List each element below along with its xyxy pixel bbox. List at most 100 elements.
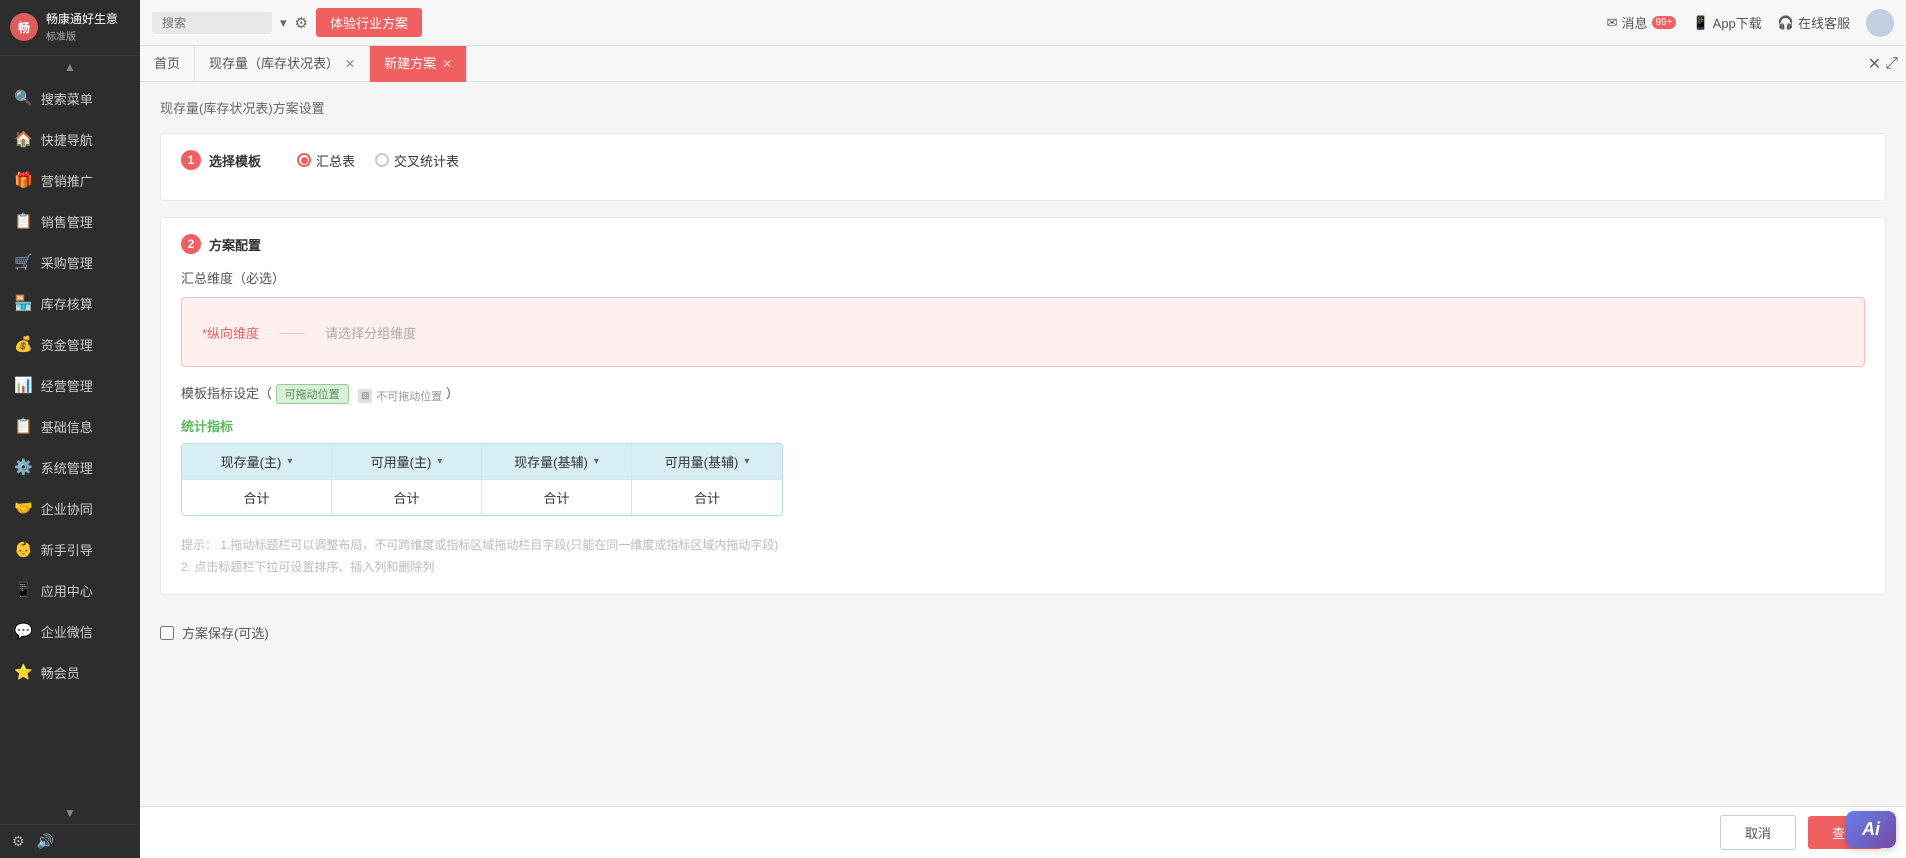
sidebar-nav: 🔍 搜索菜单 🏠 快捷导航 🎁 营销推广 📋 销售管理 🛒 采购管理 🏪 库存核… (0, 78, 140, 802)
dimension-area[interactable]: *纵向维度 —— 请选择分组维度 (181, 297, 1865, 367)
sidebar-item-vip-member[interactable]: ⭐ 畅会员 (0, 652, 140, 693)
app-download-label: App下载 (1713, 13, 1762, 32)
sidebar-item-system[interactable]: ⚙️ 系统管理 (0, 447, 140, 488)
section2-title: 方案配置 (209, 235, 261, 254)
sidebar-footer: ⚙ 🔊 (0, 824, 140, 858)
new-guide-icon: 👶 (14, 540, 33, 558)
stats-data-label-2: 合计 (543, 488, 569, 507)
stats-header-col-2[interactable]: 现存量(基辅) ▾ (482, 444, 632, 479)
app-center-icon: 📱 (14, 581, 33, 599)
search-input[interactable] (152, 12, 272, 34)
tab-home[interactable]: 首页 (140, 46, 195, 82)
sidebar-item-label: 企业微信 (41, 622, 93, 641)
sidebar-item-corp-collab[interactable]: 🤝 企业协同 (0, 488, 140, 529)
app-version: 标准版 (46, 28, 118, 43)
sidebar-item-label: 系统管理 (41, 458, 93, 477)
stats-header-row: 现存量(主) ▾ 可用量(主) ▾ 现存量(基辅) ▾ 可用量(基辅) (182, 444, 782, 479)
cancel-button[interactable]: 取消 (1720, 815, 1796, 850)
message-item[interactable]: ✉ 消息 99+ (1607, 13, 1677, 32)
hint-line-1: 提示： 1.拖动标题栏可以调整布局，不可跨维度或指标区域拖动栏目字段(只能在同一… (181, 535, 1865, 557)
section-template: 1 选择模板 汇总表 交叉统计表 (160, 133, 1886, 201)
purchase-icon: 🛒 (14, 253, 33, 271)
tab-expand-button[interactable]: ⤢ (1885, 55, 1898, 73)
section-config: 2 方案配置 汇总维度（必选） *纵向维度 —— 请选择分组维度 模板指标设定（… (160, 217, 1886, 595)
inventory-icon: 🏪 (14, 294, 33, 312)
dimension-separator: —— (279, 325, 305, 340)
tab-close-panel-button[interactable]: ✕ (1868, 54, 1881, 74)
sidebar-item-inventory[interactable]: 🏪 库存核算 (0, 283, 140, 324)
indicator-settings-close: ） (446, 386, 459, 401)
non-draggable-text: 不可拖动位置 (376, 388, 442, 404)
stats-data-col-0: 合计 (182, 480, 332, 515)
sidebar-item-corp-wechat[interactable]: 💬 企业微信 (0, 611, 140, 652)
tabs-actions: ✕ ⤢ (1868, 54, 1906, 74)
section2-header: 2 方案配置 (181, 234, 1865, 254)
save-label: 方案保存(可选) (182, 623, 269, 642)
section1-header: 1 选择模板 汇总表 交叉统计表 (181, 150, 1865, 170)
sidebar-scroll-down[interactable]: ▼ (0, 802, 140, 824)
sidebar-scroll-up[interactable]: ▲ (0, 56, 140, 78)
gear-button[interactable]: ⚙ (295, 14, 308, 32)
sidebar-item-label: 企业协同 (41, 499, 93, 518)
sidebar-item-basic-info[interactable]: 📋 基础信息 (0, 406, 140, 447)
stats-data-col-2: 合计 (482, 480, 632, 515)
stats-header-col-3[interactable]: 可用量(基辅) ▾ (632, 444, 782, 479)
stats-data-row: 合计 合计 合计 合计 (182, 479, 782, 515)
section2-num: 2 (181, 234, 201, 254)
settings-button[interactable]: ⚙ (12, 833, 25, 850)
search-dropdown-button[interactable]: ▾ (280, 15, 287, 31)
sales-icon: 📋 (14, 212, 33, 230)
sidebar-item-purchase[interactable]: 🛒 采购管理 (0, 242, 140, 283)
indicator-settings-text: 模板指标设定（ (181, 386, 272, 401)
tab-inventory-close-icon[interactable]: ✕ (345, 46, 355, 82)
tab-new-scheme-close-icon[interactable]: ✕ (442, 46, 452, 82)
speaker-button[interactable]: 🔊 (37, 833, 54, 850)
stats-data-col-1: 合计 (332, 480, 482, 515)
corp-wechat-icon: 💬 (14, 622, 33, 640)
stats-header-col-1[interactable]: 可用量(主) ▾ (332, 444, 482, 479)
content-area: 现存量(库存状况表)方案设置 1 选择模板 汇总表 交叉统计表 (140, 82, 1906, 806)
experience-button[interactable]: 体验行业方案 (316, 8, 422, 37)
stats-header-col-0[interactable]: 现存量(主) ▾ (182, 444, 332, 479)
corp-collab-icon: 🤝 (14, 499, 33, 517)
save-checkbox[interactable] (160, 626, 174, 640)
non-draggable-icon: ▨ (358, 389, 372, 403)
topbar-right: ✉ 消息 99+ 📱 App下载 🎧 在线客服 (1607, 9, 1894, 37)
ai-badge[interactable]: Ai (1846, 811, 1896, 848)
sidebar-item-marketing[interactable]: 🎁 营销推广 (0, 160, 140, 201)
radio-summary-label: 汇总表 (316, 151, 355, 170)
section1-title: 选择模板 (209, 151, 261, 170)
radio-summary[interactable]: 汇总表 (297, 151, 355, 170)
system-icon: ⚙️ (14, 458, 33, 476)
indicator-settings-label: 模板指标设定（ 可拖动位置 ▨ 不可拖动位置 ） (181, 383, 1865, 404)
marketing-icon: 🎁 (14, 171, 33, 189)
radio-cross-label: 交叉统计表 (394, 151, 459, 170)
online-service-item[interactable]: 🎧 在线客服 (1778, 13, 1850, 32)
sidebar-item-finance[interactable]: 💰 资金管理 (0, 324, 140, 365)
user-avatar[interactable] (1866, 9, 1894, 37)
sidebar-item-quick-nav[interactable]: 🏠 快捷导航 (0, 119, 140, 160)
stats-table: 现存量(主) ▾ 可用量(主) ▾ 现存量(基辅) ▾ 可用量(基辅) (181, 443, 783, 516)
mobile-icon: 📱 (1692, 15, 1708, 31)
sidebar-item-app-center[interactable]: 📱 应用中心 (0, 570, 140, 611)
sidebar-item-sales[interactable]: 📋 销售管理 (0, 201, 140, 242)
sidebar-item-new-guide[interactable]: 👶 新手引导 (0, 529, 140, 570)
tab-new-scheme[interactable]: 新建方案 ✕ (370, 46, 467, 82)
app-download-item[interactable]: 📱 App下载 (1692, 13, 1761, 32)
headset-icon: 🎧 (1778, 15, 1794, 31)
radio-cross[interactable]: 交叉统计表 (375, 151, 459, 170)
app-logo-icon: 畅 (10, 13, 38, 41)
hint-section: 提示： 1.拖动标题栏可以调整布局，不可跨维度或指标区域拖动栏目字段(只能在同一… (181, 535, 1865, 578)
sidebar-item-label: 快捷导航 (41, 130, 93, 149)
sidebar-item-operations[interactable]: 📊 经营管理 (0, 365, 140, 406)
tab-bar: 首页 现存量（库存状况表） ✕ 新建方案 ✕ ✕ ⤢ (140, 46, 1906, 82)
dimension-label: 汇总维度（必选） (181, 268, 1865, 287)
sidebar-item-search-menu[interactable]: 🔍 搜索菜单 (0, 78, 140, 119)
main-area: ▾ ⚙ 体验行业方案 ✉ 消息 99+ 📱 App下载 🎧 在线客服 首页 (140, 0, 1906, 858)
topbar: ▾ ⚙ 体验行业方案 ✉ 消息 99+ 📱 App下载 🎧 在线客服 (140, 0, 1906, 46)
draggable-hint: 可拖动位置 (276, 384, 349, 404)
stats-header-label-0: 现存量(主) (221, 452, 282, 471)
sidebar-item-label: 采购管理 (41, 253, 93, 272)
stats-data-col-3: 合计 (632, 480, 782, 515)
tab-inventory-status[interactable]: 现存量（库存状况表） ✕ (195, 46, 370, 82)
